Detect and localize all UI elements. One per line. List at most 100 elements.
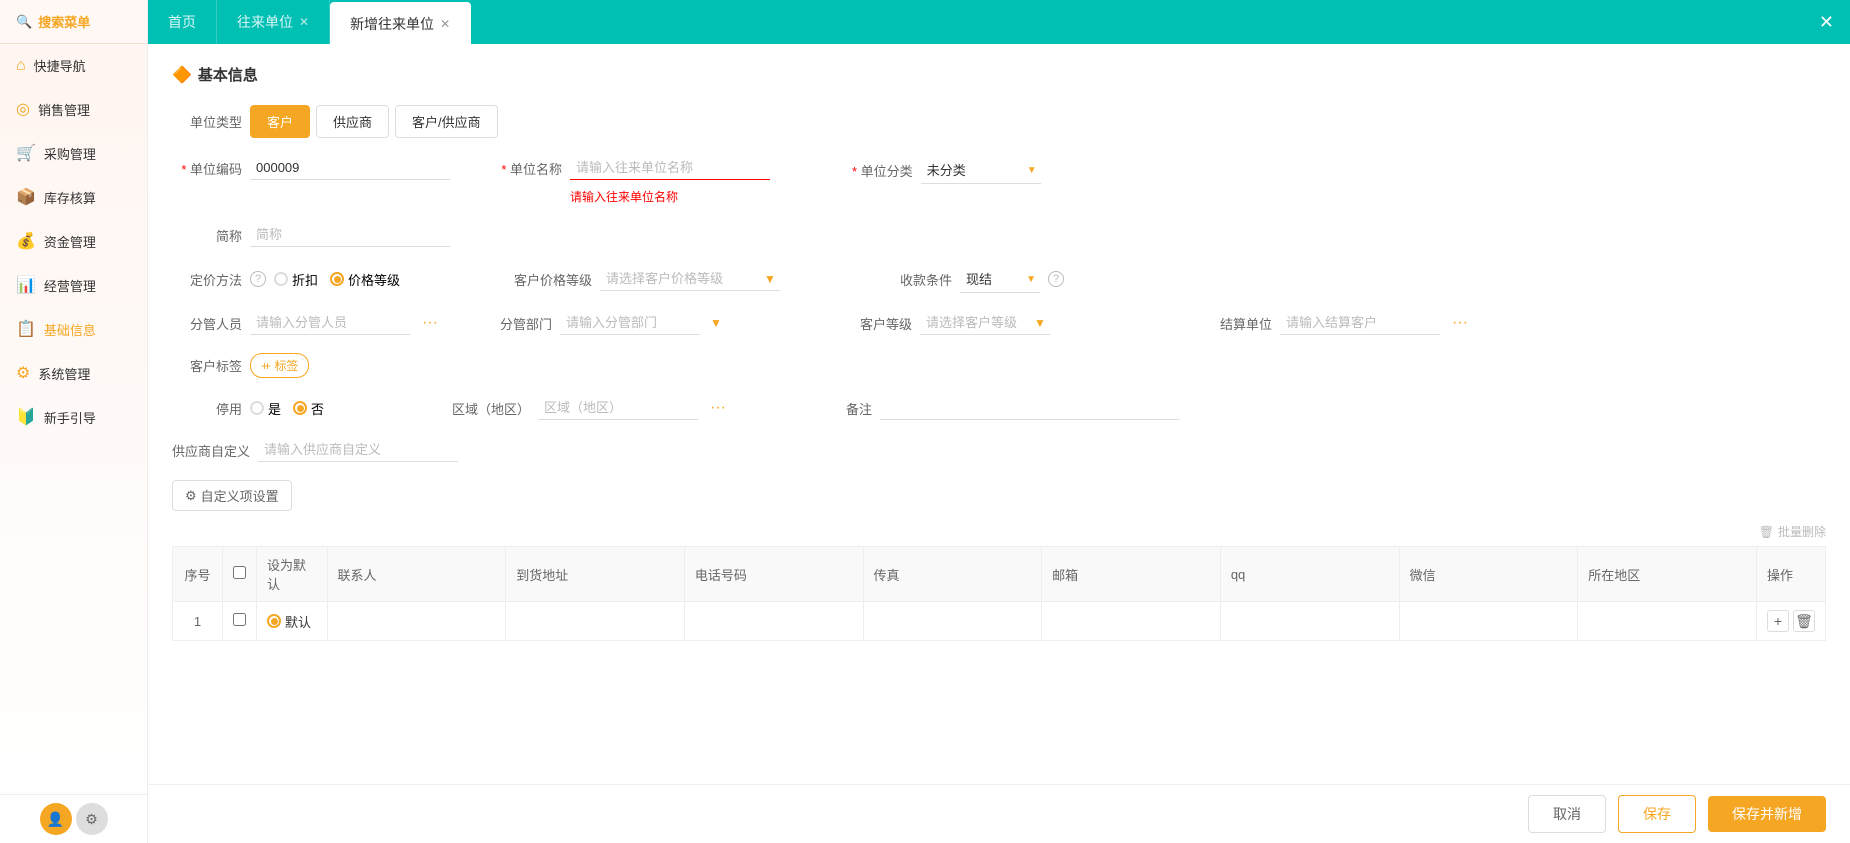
sidebar-item-sales[interactable]: ◎ 销售管理 (0, 87, 147, 131)
pricing-level-label: 价格等级 (348, 270, 400, 289)
pricing-discount-option[interactable]: 折扣 (274, 270, 318, 289)
row-add-btn[interactable]: + (1767, 610, 1789, 632)
sidebar-label: 新手引导 (44, 408, 96, 427)
type-btn-both[interactable]: 客户/供应商 (395, 105, 498, 138)
unit-name-input[interactable] (570, 156, 770, 180)
disabled-yes-option[interactable]: 是 (250, 399, 281, 418)
tab-new-counterpart-close[interactable]: ✕ (440, 17, 450, 31)
tab-counterparts[interactable]: 往来单位 ✕ (217, 0, 330, 44)
unit-code-input[interactable] (250, 156, 450, 180)
row-location-input[interactable] (1588, 614, 1746, 629)
supplier-custom-label: 供应商自定义 (172, 441, 250, 460)
row-address-input[interactable] (516, 614, 674, 629)
tab-counterparts-close[interactable]: ✕ (299, 15, 309, 29)
save-button[interactable]: 保存 (1618, 795, 1696, 833)
settlement-ellipsis[interactable]: ··· (1448, 314, 1472, 332)
disabled-no-option[interactable]: 否 (293, 399, 324, 418)
payment-terms-help-icon[interactable]: ? (1048, 271, 1064, 287)
row-contact[interactable] (327, 602, 506, 641)
cancel-button[interactable]: 取消 (1528, 795, 1606, 833)
th-default: 设为默认 (257, 547, 328, 602)
manager-ellipsis[interactable]: ··· (418, 314, 442, 332)
pricing-level-option[interactable]: 价格等级 (330, 270, 400, 289)
row-default-radio (267, 614, 281, 628)
row-location[interactable] (1578, 602, 1757, 641)
section-title: 🔶 基本信息 (172, 64, 1826, 85)
add-tag-btn[interactable]: + + 标签 (250, 353, 309, 378)
row-wechat[interactable] (1399, 602, 1578, 641)
short-name-field: 简称 (172, 223, 492, 247)
settings-icon: ⚙ (185, 488, 197, 504)
table-row: 1 默认 (173, 602, 1826, 641)
unit-name-label: 单位名称 (492, 159, 562, 178)
row-email-input[interactable] (1052, 614, 1210, 629)
sidebar-avatar[interactable]: 👤 (40, 803, 72, 835)
section-title-text: 基本信息 (198, 64, 258, 85)
sidebar-item-system[interactable]: ⚙ 系统管理 (0, 351, 147, 395)
row-phone[interactable] (684, 602, 863, 641)
settlement-unit-label: 结算单位 (1212, 314, 1272, 333)
row-fax[interactable] (863, 602, 1042, 641)
row-email[interactable] (1042, 602, 1221, 641)
remarks-input[interactable] (880, 396, 1180, 420)
finance-icon: 💰 (16, 231, 36, 251)
sidebar-item-inventory[interactable]: 📦 库存核算 (0, 175, 147, 219)
th-contact: 联系人 (327, 547, 506, 602)
settlement-unit-input[interactable] (1280, 311, 1440, 335)
sidebar-label: 基础信息 (44, 320, 96, 339)
row-default-radio-item[interactable]: 默认 (267, 612, 317, 631)
trash-icon: 🗑 (1759, 525, 1774, 539)
tab-new-counterpart[interactable]: 新增往来单位 ✕ (330, 2, 471, 46)
batch-delete-area: 🗑 批量删除 (172, 523, 1826, 540)
sidebar-settings[interactable]: ⚙ (76, 803, 108, 835)
save-new-button[interactable]: 保存并新增 (1708, 796, 1826, 832)
region-input[interactable] (538, 396, 698, 420)
customer-tag-row: 客户标签 + + 标签 (172, 353, 1826, 378)
row-contact-input[interactable] (338, 614, 496, 629)
disabled-yes-radio (250, 401, 264, 415)
dept-input[interactable] (560, 311, 700, 335)
main-close-btn[interactable]: ✕ (1803, 12, 1850, 33)
customer-price-level-label: 客户价格等级 (512, 270, 592, 289)
sidebar-label: 资金管理 (44, 232, 96, 251)
row-delete-btn[interactable]: 🗑 (1793, 610, 1815, 632)
type-btn-customer[interactable]: 客户 (250, 105, 310, 138)
row-phone-input[interactable] (695, 614, 853, 629)
tab-bar: 首页 往来单位 ✕ 新增往来单位 ✕ ✕ (148, 0, 1850, 44)
supplier-custom-field: 供应商自定义 (172, 438, 1826, 462)
region-ellipsis[interactable]: ··· (706, 399, 730, 417)
sidebar-item-finance[interactable]: 💰 资金管理 (0, 219, 147, 263)
tab-home-label: 首页 (168, 12, 196, 32)
row-qq[interactable] (1220, 602, 1399, 641)
supplier-custom-input[interactable] (258, 438, 458, 462)
sidebar-item-quick-nav[interactable]: ⌂ 快捷导航 (0, 44, 147, 87)
custom-settings-label: 自定义项设置 (201, 486, 279, 505)
manager-input[interactable] (250, 311, 410, 335)
payment-terms-value[interactable]: 现结 (960, 265, 1040, 293)
type-btn-supplier[interactable]: 供应商 (316, 105, 389, 138)
custom-settings-btn[interactable]: ⚙ 自定义项设置 (172, 480, 292, 511)
row-address[interactable] (506, 602, 685, 641)
sidebar-item-operations[interactable]: 📊 经营管理 (0, 263, 147, 307)
sidebar-item-purchase[interactable]: 🛒 采购管理 (0, 131, 147, 175)
sidebar-item-basic-info[interactable]: 📋 基础信息 (0, 307, 147, 351)
short-name-input[interactable] (250, 223, 450, 247)
row-default: 默认 (257, 602, 328, 641)
bottom-bar: 取消 保存 保存并新增 (148, 784, 1850, 843)
unit-category-value[interactable]: 未分类 (921, 156, 1041, 184)
customer-price-level-input[interactable] (600, 267, 780, 291)
customer-level-input[interactable] (920, 311, 1050, 335)
row-wechat-input[interactable] (1410, 614, 1568, 629)
tab-home[interactable]: 首页 (148, 0, 217, 44)
unit-category-field: 单位分类 未分类 ▼ (852, 156, 1212, 184)
system-icon: ⚙ (16, 363, 30, 383)
row-checkbox[interactable] (233, 613, 246, 626)
pricing-help-icon[interactable]: ? (250, 271, 266, 287)
select-all-checkbox[interactable] (233, 566, 246, 579)
row-qq-input[interactable] (1231, 614, 1389, 629)
basic-info-icon: 📋 (16, 319, 36, 339)
batch-delete-btn[interactable]: 🗑 批量删除 (1759, 523, 1826, 540)
row-fax-input[interactable] (874, 614, 1032, 629)
search-menu-item[interactable]: 🔍 搜索菜单 (0, 0, 147, 44)
sidebar-item-guide[interactable]: 🔰 新手引导 (0, 395, 147, 439)
